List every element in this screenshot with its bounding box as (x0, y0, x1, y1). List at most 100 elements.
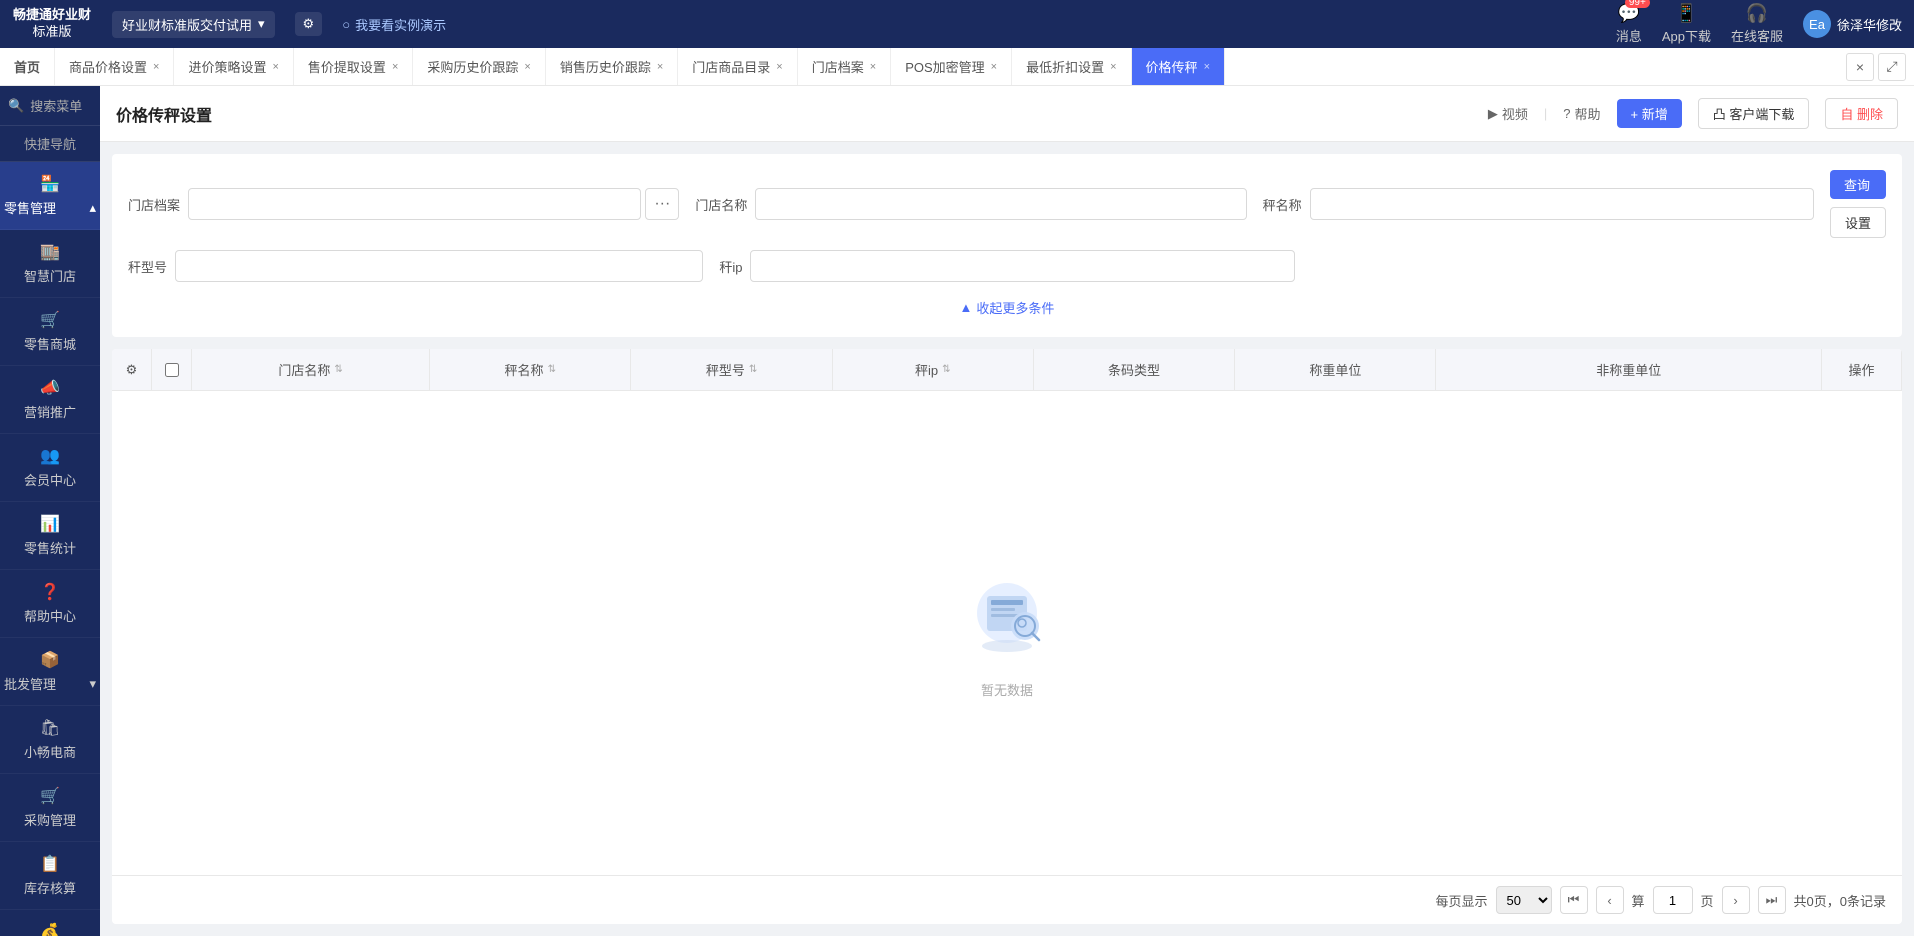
tab-pos-manage[interactable]: POS加密管理 × (891, 48, 1012, 86)
tab-bar-actions: × ⤢ (1846, 53, 1914, 81)
stats-icon: 📊 (40, 514, 60, 534)
query-button[interactable]: 查询 (1830, 170, 1886, 199)
demo-link[interactable]: ○ 我要看实例演示 (342, 15, 446, 34)
sidebar-item-wholesale[interactable]: 📦 批发管理 ▾ (0, 638, 100, 706)
content-area: 价格传秤设置 ▶ 视频 | ? 帮助 + 新增 凸 客户端下载 自 删除 (100, 86, 1914, 936)
sidebar-search[interactable]: 🔍 搜索菜单 (0, 86, 100, 126)
smart-store-icon: 🏬 (40, 242, 60, 262)
close-tab-min-discount[interactable]: × (1110, 61, 1116, 73)
video-link[interactable]: ▶ 视频 (1488, 104, 1528, 123)
user-area[interactable]: Ea 徐泽华修改 (1803, 10, 1902, 38)
app-logo: 畅捷通好业财 标准版 (12, 7, 92, 41)
close-tab-pos-manage[interactable]: × (991, 61, 997, 73)
scale-name-input[interactable] (1310, 188, 1814, 220)
delete-button[interactable]: 自 删除 (1825, 98, 1898, 129)
page-header: 价格传秤设置 ▶ 视频 | ? 帮助 + 新增 凸 客户端下载 自 删除 (100, 86, 1914, 142)
page-suffix: 页 (1701, 891, 1714, 910)
sort-scale-model-icon[interactable]: ⇅ (749, 364, 757, 375)
maximize-tab-btn[interactable]: ⤢ (1878, 53, 1906, 81)
per-page-label: 每页显示 (1435, 891, 1487, 910)
store-name-input[interactable] (755, 188, 1246, 220)
user-name: 徐泽华修改 (1837, 15, 1902, 34)
sort-scale-ip-icon[interactable]: ⇅ (942, 364, 950, 375)
sidebar-item-smart-store[interactable]: 🏬 智慧门店 (0, 230, 100, 298)
th-non-weight-unit: 非称重单位 (1436, 349, 1822, 390)
ecom-icon: 🛍 (40, 718, 60, 738)
scale-model-input[interactable] (175, 250, 703, 282)
sidebar-item-help[interactable]: ❓ 帮助中心 (0, 570, 100, 638)
close-tab-sale-history[interactable]: × (657, 61, 663, 73)
sidebar-item-member[interactable]: 👥 会员中心 (0, 434, 100, 502)
online-service-btn[interactable]: 🎧 在线客服 (1731, 3, 1783, 45)
sidebar-item-retail[interactable]: 🏪 零售管理 ▴ (0, 162, 100, 230)
page-number-input[interactable] (1653, 886, 1693, 914)
gear-icon: ⚙ (303, 16, 315, 32)
app-download-btn[interactable]: 📱 App下载 (1662, 3, 1711, 45)
tab-bar: 首页 商品价格设置 × 进价策略设置 × 售价提取设置 × 采购历史价跟踪 × … (0, 48, 1914, 86)
empty-state: 暂无数据 (112, 391, 1902, 875)
first-page-btn[interactable]: ⏮ (1560, 886, 1588, 914)
settings-button[interactable]: 设置 (1830, 207, 1886, 238)
tab-sale-history[interactable]: 销售历史价跟踪 × (546, 48, 678, 86)
page-header-right: ▶ 视频 | ? 帮助 + 新增 凸 客户端下载 自 删除 (1488, 98, 1898, 129)
sort-scale-name-icon[interactable]: ⇅ (548, 364, 556, 375)
sidebar-item-marketing[interactable]: 📣 营销推广 (0, 366, 100, 434)
sidebar-item-small-ecom[interactable]: 🛍 小畅电商 (0, 706, 100, 774)
next-page-btn[interactable]: › (1722, 886, 1750, 914)
tab-store-profile[interactable]: 门店档案 × (798, 48, 891, 86)
close-tab-store-catalog[interactable]: × (776, 61, 782, 73)
message-badge: 99+ (1625, 0, 1650, 8)
prev-page-btn[interactable]: ‹ (1596, 886, 1624, 914)
th-scale-ip: 秤ip ⇅ (833, 349, 1034, 390)
close-tab-btn[interactable]: × (1846, 53, 1874, 81)
tab-sale-pickup[interactable]: 售价提取设置 × (294, 48, 413, 86)
chevron-up-icon: ▴ (89, 200, 96, 216)
tab-price-transmit[interactable]: 价格传秤 × (1132, 48, 1225, 86)
close-tab-price-transmit[interactable]: × (1204, 61, 1210, 73)
scale-ip-label: 秆ip (719, 257, 742, 276)
help-link[interactable]: ? 帮助 (1563, 104, 1600, 123)
th-checkbox[interactable] (152, 349, 192, 390)
marketing-icon: 📣 (40, 378, 60, 398)
select-all-checkbox[interactable] (165, 363, 179, 377)
tab-purchase-strategy[interactable]: 进价策略设置 × (174, 48, 293, 86)
collapse-btn[interactable]: ▲ 收起更多条件 (128, 294, 1886, 321)
purchase-icon: 🛒 (40, 786, 60, 806)
sidebar-item-inventory[interactable]: 📋 库存核算 (0, 842, 100, 910)
sort-shop-name-icon[interactable]: ⇅ (334, 364, 342, 375)
scale-ip-input[interactable] (750, 250, 1294, 282)
download-button[interactable]: 凸 客户端下载 (1698, 98, 1810, 129)
th-settings[interactable]: ⚙ (112, 349, 152, 390)
th-weight-unit: 称重单位 (1235, 349, 1436, 390)
sidebar-item-retail-stats[interactable]: 📊 零售统计 (0, 502, 100, 570)
add-button[interactable]: + 新增 (1617, 99, 1682, 128)
tab-purchase-history[interactable]: 采购历史价跟踪 × (413, 48, 545, 86)
table-container: ⚙ 门店名称 ⇅ 秤名称 ⇅ 秤型号 ⇅ 秤ip ⇅ (112, 349, 1902, 924)
store-profile-input[interactable] (188, 188, 641, 220)
close-tab-store-profile[interactable]: × (870, 61, 876, 73)
version-select[interactable]: 好业财标准版交付试用 ▾ (112, 11, 275, 38)
tab-store-catalog[interactable]: 门店商品目录 × (678, 48, 797, 86)
message-btn[interactable]: 💬 99+ 消息 (1616, 3, 1642, 45)
th-barcode-type: 条码类型 (1034, 349, 1235, 390)
store-name-label: 门店名称 (695, 195, 747, 214)
store-profile-ellipsis-btn[interactable]: ··· (645, 188, 679, 220)
tab-price-settings[interactable]: 商品价格设置 × (55, 48, 174, 86)
sidebar-quick-nav[interactable]: 快捷导航 (0, 126, 100, 162)
tab-min-discount[interactable]: 最低折扣设置 × (1012, 48, 1131, 86)
settings-btn[interactable]: ⚙ (295, 12, 323, 36)
last-page-btn[interactable]: ⏭ (1758, 886, 1786, 914)
close-tab-sale-pickup[interactable]: × (392, 61, 398, 73)
wholesale-icon: 📦 (40, 650, 60, 670)
sidebar-item-purchase[interactable]: 🛒 采购管理 (0, 774, 100, 842)
total-label: 共0页，0条记录 (1794, 891, 1886, 910)
tab-home[interactable]: 首页 (0, 48, 55, 86)
video-icon: ▶ (1488, 106, 1498, 122)
sidebar-item-finance[interactable]: 💰 资金管理 (0, 910, 100, 936)
close-tab-purchase-strategy[interactable]: × (272, 61, 278, 73)
close-tab-price-settings[interactable]: × (153, 61, 159, 73)
sidebar-item-retail-mall[interactable]: 🛒 零售商城 (0, 298, 100, 366)
app-edition: 标准版 (32, 24, 71, 41)
per-page-select[interactable]: 50 10 20 100 (1496, 886, 1552, 914)
close-tab-purchase-history[interactable]: × (524, 61, 530, 73)
